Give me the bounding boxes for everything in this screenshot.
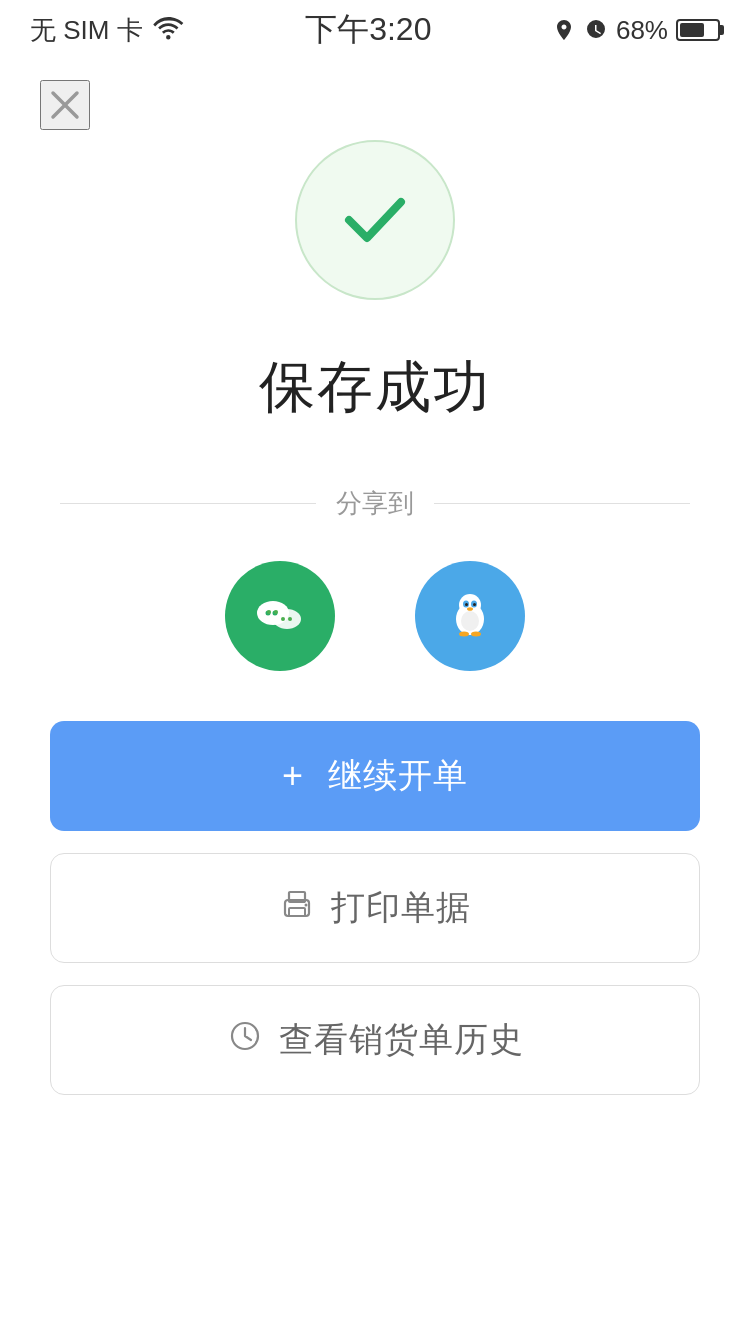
svg-point-24 [305,904,308,907]
svg-point-7 [267,610,271,614]
success-title: 保存成功 [259,350,491,426]
svg-point-9 [281,617,285,621]
share-divider: 分享到 [0,486,750,521]
svg-point-20 [471,632,481,637]
location-icon [552,18,576,42]
continue-text: 继续开单 [328,753,468,799]
battery-percentage: 68% [616,15,668,46]
svg-point-8 [274,610,278,614]
alarm-icon [584,18,608,42]
history-label: 查看销货单历史 [279,1017,524,1063]
print-label: 打印单据 [331,885,471,931]
divider-line-left [60,503,316,504]
printer-icon [279,886,315,930]
svg-point-10 [288,617,292,621]
clock-icon [227,1018,263,1062]
wifi-icon [153,17,185,43]
action-buttons: + 继续开单 打印单据 查看销货单历史 [0,721,750,1095]
wechat-icon [249,585,311,647]
history-button[interactable]: 查看销货单历史 [50,985,700,1095]
wechat-share-button[interactable] [225,561,335,671]
check-icon [335,178,415,262]
share-label: 分享到 [336,486,414,521]
svg-rect-23 [289,908,305,916]
svg-point-15 [465,603,468,606]
print-button[interactable]: 打印单据 [50,853,700,963]
main-content: 保存成功 分享到 [0,60,750,1095]
share-section: 分享到 [0,486,750,671]
continue-plus: + [282,755,304,797]
svg-point-18 [461,611,479,631]
svg-point-19 [459,632,469,637]
share-icons [225,561,525,671]
status-bar: 无 SIM 卡 下午3:20 68% [0,0,750,60]
success-circle [295,140,455,300]
battery-icon [676,19,720,41]
qq-icon [439,585,501,647]
continue-button[interactable]: + 继续开单 [50,721,700,831]
svg-point-17 [467,607,473,611]
sim-status: 无 SIM 卡 [30,13,143,48]
status-right: 68% [552,15,720,46]
status-left: 无 SIM 卡 [30,13,185,48]
divider-line-right [434,503,690,504]
status-time: 下午3:20 [305,8,431,52]
svg-point-16 [473,603,476,606]
qq-share-button[interactable] [415,561,525,671]
